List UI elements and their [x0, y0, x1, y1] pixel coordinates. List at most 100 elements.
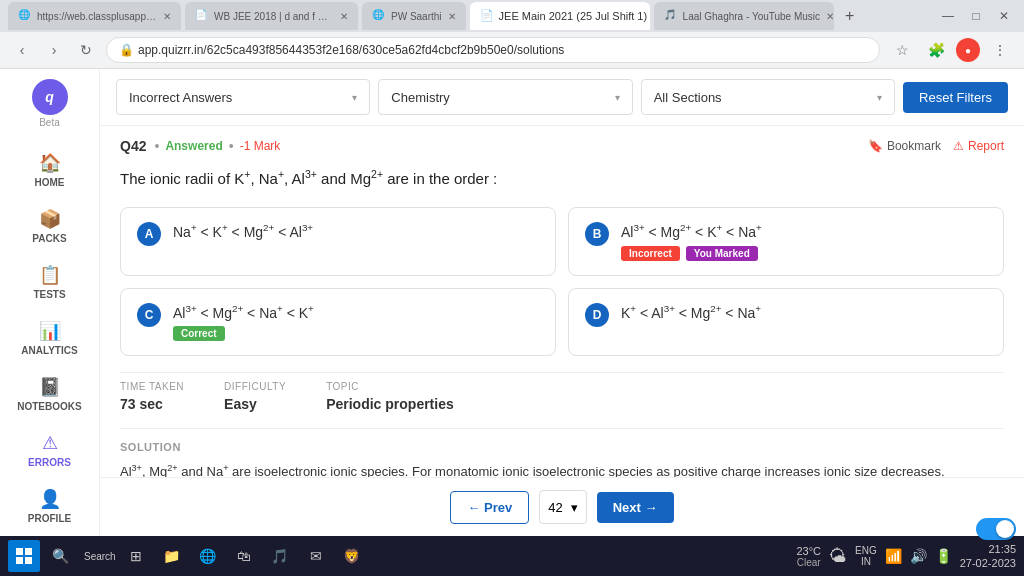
notebooks-label: NOTEBOOKS: [17, 401, 81, 412]
option-b-label: B: [585, 222, 609, 246]
option-b-card[interactable]: B Al3+ < Mg2+ < K+ < Na+ Incorrect You M…: [568, 207, 1004, 276]
tab-1[interactable]: 🌐 https://web.classplusapp.com/newApp ✕: [8, 2, 181, 30]
page-select[interactable]: 42 ▾: [539, 490, 586, 524]
notebooks-icon: 📓: [39, 376, 61, 398]
wifi-icon: 📶: [885, 548, 902, 564]
bookmark-icon: 🔖: [868, 139, 883, 153]
tab-3[interactable]: 🌐 PW Saarthi ✕: [362, 2, 466, 30]
taskview-button[interactable]: ⊞: [120, 540, 152, 572]
options-grid: A Na+ < K+ < Mg2+ < Al3+ B Al3+ < Mg2+: [120, 207, 1004, 356]
profile-icon: 👤: [39, 488, 61, 510]
mail-button[interactable]: ✉: [300, 540, 332, 572]
store-button[interactable]: 🛍: [228, 540, 260, 572]
battery-icon: 🔋: [935, 548, 952, 564]
option-c-formula: Al3+ < Mg2+ < Na+ < K+: [173, 303, 539, 321]
close-button[interactable]: ✕: [992, 4, 1016, 28]
chemistry-filter[interactable]: Chemistry ▾: [378, 79, 632, 115]
svg-rect-1: [25, 548, 32, 555]
option-d-card[interactable]: D K+ < Al3+ < Mg2+ < Na+: [568, 288, 1004, 357]
incorrect-answers-label: Incorrect Answers: [129, 90, 352, 105]
address-bar[interactable]: 🔒 app.quizrr.in/62c5ca493f85644353f2e168…: [106, 37, 880, 63]
sidebar-item-errors[interactable]: ⚠ ERRORS: [10, 424, 90, 476]
difficulty-value: Easy: [224, 396, 286, 412]
tab-5[interactable]: 🎵 Laal Ghaghra - YouTube Music ✕: [654, 2, 834, 30]
option-a-content: Na+ < K+ < Mg2+ < Al3+: [173, 222, 539, 240]
difficulty-label: DIFFICULTY: [224, 381, 286, 392]
spotify-button[interactable]: 🎵: [264, 540, 296, 572]
question-number: Q42: [120, 138, 146, 154]
option-d-content: K+ < Al3+ < Mg2+ < Na+: [621, 303, 987, 321]
minimize-button[interactable]: —: [936, 4, 960, 28]
tab-1-close[interactable]: ✕: [163, 11, 171, 22]
tab-2-icon: 📄: [195, 9, 209, 23]
tab-3-label: PW Saarthi: [391, 11, 442, 22]
report-button[interactable]: ⚠ Report: [953, 139, 1004, 153]
extensions-button[interactable]: 🧩: [922, 36, 950, 64]
home-icon: 🏠: [39, 152, 61, 174]
sidebar-item-profile[interactable]: 👤 PROFILE: [10, 480, 90, 532]
back-button[interactable]: ‹: [10, 38, 34, 62]
time-display: 21:35: [960, 542, 1016, 556]
sidebar-item-notebooks[interactable]: 📓 NOTEBOOKS: [10, 368, 90, 420]
solution-section: SOLUTION Al3+, Mg2+ and Na+ are isoelect…: [120, 428, 1004, 477]
file-explorer-button[interactable]: 📁: [156, 540, 188, 572]
language-indicator: ENG IN: [855, 545, 877, 567]
all-sections-filter[interactable]: All Sections ▾: [641, 79, 895, 115]
reload-button[interactable]: ↻: [74, 38, 98, 62]
page-chevron-icon: ▾: [571, 500, 578, 515]
home-label: HOME: [35, 177, 65, 188]
tab-4-icon: 📄: [480, 9, 494, 23]
option-d-label: D: [585, 303, 609, 327]
tab-2-close[interactable]: ✕: [340, 11, 348, 22]
edge-button[interactable]: 🌐: [192, 540, 224, 572]
prev-button[interactable]: ← Prev: [450, 491, 529, 524]
tab-4-label: JEE Main 2021 (25 Jul Shift 1) - Q...: [499, 10, 650, 22]
tab-2-label: WB JEE 2018 | d and f Block El...: [214, 11, 334, 22]
reset-filters-button[interactable]: Reset Filters: [903, 82, 1008, 113]
beta-label: Beta: [39, 117, 60, 128]
volume-icon: 🔊: [910, 548, 927, 564]
search-taskbar-label: Search: [84, 551, 116, 562]
option-a-card[interactable]: A Na+ < K+ < Mg2+ < Al3+: [120, 207, 556, 276]
current-page: 42: [548, 500, 562, 515]
option-c-label: C: [137, 303, 161, 327]
incorrect-answers-filter[interactable]: Incorrect Answers ▾: [116, 79, 370, 115]
sidebar-item-tests[interactable]: 📋 TESTS: [10, 256, 90, 308]
new-tab-button[interactable]: +: [838, 4, 862, 28]
sidebar-item-home[interactable]: 🏠 HOME: [10, 144, 90, 196]
filter3-chevron-icon: ▾: [877, 92, 882, 103]
tab-4[interactable]: 📄 JEE Main 2021 (25 Jul Shift 1) - Q... …: [470, 2, 650, 30]
language-in: IN: [861, 556, 871, 567]
tab-5-icon: 🎵: [664, 9, 678, 23]
correct-badge: Correct: [173, 326, 225, 341]
search-taskbar-button[interactable]: 🔍: [44, 540, 76, 572]
tab-3-close[interactable]: ✕: [448, 11, 456, 22]
tab-5-close[interactable]: ✕: [826, 11, 834, 22]
tab-2[interactable]: 📄 WB JEE 2018 | d and f Block El... ✕: [185, 2, 358, 30]
bookmark-button[interactable]: 🔖 Bookmark: [868, 139, 941, 153]
sidebar-item-analytics[interactable]: 📊 ANALYTICS: [10, 312, 90, 364]
tests-icon: 📋: [39, 264, 61, 286]
you-marked-badge: You Marked: [686, 246, 758, 261]
all-sections-label: All Sections: [654, 90, 877, 105]
toggle-switch[interactable]: [976, 518, 1016, 540]
sidebar-item-packs[interactable]: 📦 PACKS: [10, 200, 90, 252]
weather-desc: Clear: [797, 557, 821, 568]
settings-button[interactable]: ⋮: [986, 36, 1014, 64]
forward-button[interactable]: ›: [42, 38, 66, 62]
brave-button[interactable]: 🦁: [336, 540, 368, 572]
solution-label: SOLUTION: [120, 441, 1004, 453]
option-b-formula: Al3+ < Mg2+ < K+ < Na+: [621, 222, 987, 240]
maximize-button[interactable]: □: [964, 4, 988, 28]
weather-icon: 🌤: [829, 546, 847, 567]
start-button[interactable]: [8, 540, 40, 572]
filter1-chevron-icon: ▾: [352, 92, 357, 103]
time-taken-label: TIME TAKEN: [120, 381, 184, 392]
bookmark-page-button[interactable]: ☆: [888, 36, 916, 64]
next-button[interactable]: Next →: [597, 492, 674, 523]
profile-button[interactable]: ●: [956, 38, 980, 62]
time-taken-stat: TIME TAKEN 73 sec: [120, 381, 184, 412]
option-c-card[interactable]: C Al3+ < Mg2+ < Na+ < K+ Correct: [120, 288, 556, 357]
main-content: Incorrect Answers ▾ Chemistry ▾ All Sect…: [100, 69, 1024, 536]
pagination: ← Prev 42 ▾ Next →: [100, 477, 1024, 536]
